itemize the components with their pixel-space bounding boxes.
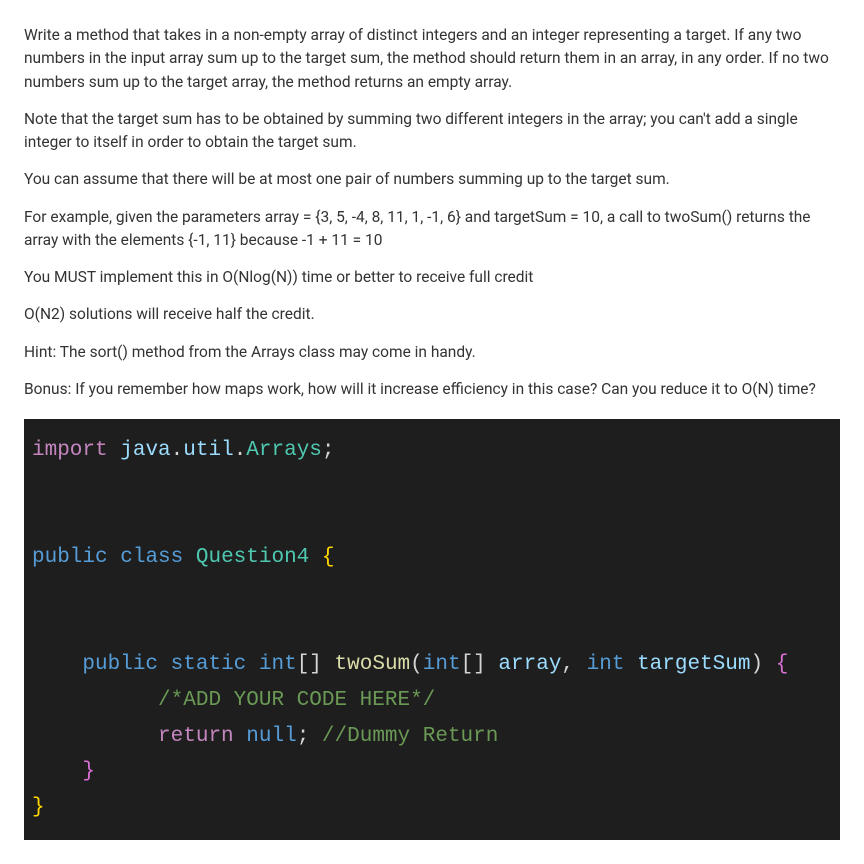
- class-name: Question4: [196, 546, 309, 569]
- keyword-import: import: [32, 439, 108, 462]
- problem-paragraph-5: You MUST implement this in O(Nlog(N)) ti…: [24, 266, 840, 289]
- keyword-public: public: [32, 546, 108, 569]
- keyword-return: return: [158, 725, 234, 748]
- keyword-class: class: [120, 546, 183, 569]
- package-part-util: util: [183, 439, 233, 462]
- package-part-java: java: [120, 439, 170, 462]
- problem-paragraph-8: Bonus: If you remember how maps work, ho…: [24, 378, 840, 401]
- package-part-arrays: Arrays: [246, 439, 322, 462]
- param-array: array: [498, 653, 561, 676]
- problem-paragraph-6: O(N2) solutions will receive half the cr…: [24, 303, 840, 326]
- param-type-int-2: int: [587, 653, 625, 676]
- comment-todo: /*ADD YOUR CODE HERE*/: [158, 689, 435, 712]
- keyword-static: static: [171, 653, 247, 676]
- param-type-int-1: int: [423, 653, 461, 676]
- problem-paragraph-1: Write a method that takes in a non-empty…: [24, 24, 840, 94]
- comment-dummy: //Dummy Return: [322, 725, 498, 748]
- problem-paragraph-4: For example, given the parameters array …: [24, 206, 840, 253]
- problem-paragraph-7: Hint: The sort() method from the Arrays …: [24, 341, 840, 364]
- code-editor: import java.util.Arrays; public class Qu…: [24, 419, 840, 840]
- problem-paragraph-3: You can assume that there will be at mos…: [24, 168, 840, 191]
- keyword-public-method: public: [82, 653, 158, 676]
- param-targetsum: targetSum: [637, 653, 750, 676]
- problem-description: Write a method that takes in a non-empty…: [24, 24, 840, 401]
- keyword-null: null: [246, 725, 296, 748]
- problem-paragraph-2: Note that the target sum has to be obtai…: [24, 108, 840, 155]
- return-type-int: int: [259, 653, 297, 676]
- method-name: twoSum: [335, 653, 411, 676]
